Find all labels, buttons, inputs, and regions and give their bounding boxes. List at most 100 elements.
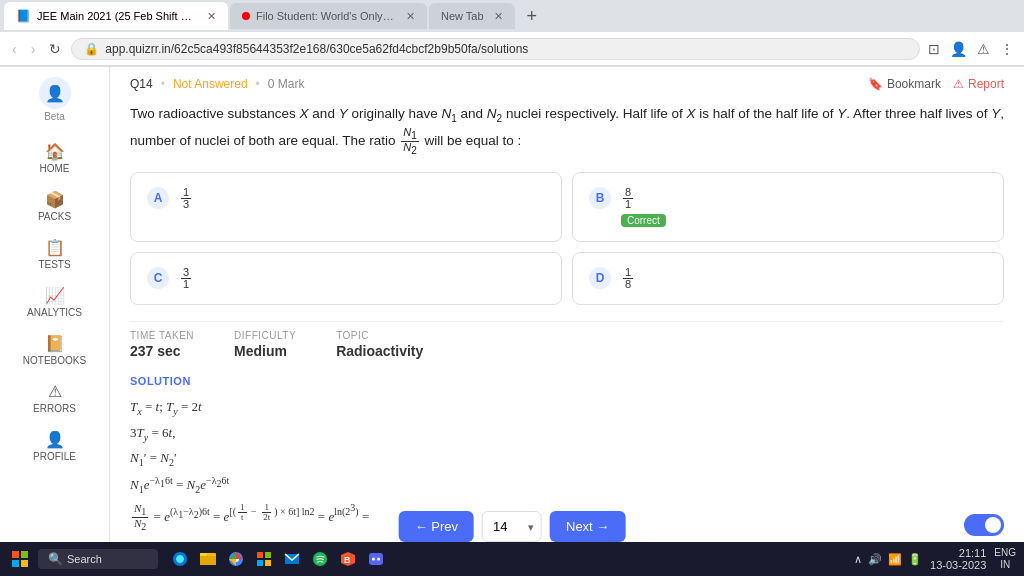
solution-section: SOLUTION Tx = t; Ty = 2t 3Ty = 6t, N1′ =… [130,375,1004,532]
sidebar-item-tests-label: TESTS [38,259,70,270]
sidebar-logo: 👤 Beta [39,77,71,122]
bookmark-icon: 🔖 [868,77,883,91]
sidebar-item-packs[interactable]: 📦 PACKS [10,184,100,228]
option-c-content: 31 [179,267,193,290]
question-number: Q14 [130,77,153,91]
svg-rect-0 [12,551,19,558]
back-button[interactable]: ‹ [8,39,21,59]
logo-label: Beta [44,111,65,122]
taskbar-search[interactable]: 🔍 Search [38,549,158,569]
tab-active[interactable]: 📘 JEE Main 2021 (25 Feb Shift 1) - C ✕ [4,2,228,30]
taskbar-apps: B [168,547,388,571]
notebooks-icon: 📔 [45,334,65,353]
difficulty-label: DIFFICULTY [234,330,296,341]
svg-rect-9 [257,552,263,558]
sidebar-item-errors[interactable]: ⚠ ERRORS [10,376,100,420]
option-a[interactable]: A 13 [130,172,562,242]
option-b-content: 81 Correct [621,187,666,227]
question-header: Q14 • Not Answered • 0 Mark 🔖 Bookmark ⚠… [130,77,1004,91]
errors-icon: ⚠ [48,382,62,401]
tab2-close-button[interactable]: ✕ [406,10,415,23]
stat-time: TIME TAKEN 237 sec [130,330,194,359]
tab2-title: Filo Student: World's Only Live In… [256,10,396,22]
taskbar-up-arrow[interactable]: ∧ [854,553,862,566]
tab-bar: 📘 JEE Main 2021 (25 Feb Shift 1) - C ✕ F… [0,0,1024,32]
taskbar-volume[interactable]: 🔊 [868,553,882,566]
forward-button[interactable]: › [27,39,40,59]
tab-close-button[interactable]: ✕ [207,10,216,23]
reload-button[interactable]: ↻ [45,39,65,59]
page-select[interactable]: 14 [482,511,542,542]
tab2-favicon [242,9,250,23]
sidebar-item-home[interactable]: 🏠 HOME [10,136,100,180]
taskbar-search-text: Search [67,553,102,565]
svg-rect-10 [265,552,271,558]
sidebar-item-analytics[interactable]: 📈 ANALYTICS [10,280,100,324]
profile-icon: 👤 [45,430,65,449]
sidebar-item-errors-label: ERRORS [33,403,76,414]
solution-label: SOLUTION [130,375,1004,387]
svg-rect-11 [257,560,263,566]
correct-badge: Correct [621,214,666,227]
alert-icon-button[interactable]: ⚠ [975,39,992,59]
packs-icon: 📦 [45,190,65,209]
option-a-label: A [147,187,169,209]
tab3-close-button[interactable]: ✕ [494,10,503,23]
taskbar-app-edge[interactable] [168,547,192,571]
option-b[interactable]: B 81 Correct [572,172,1004,242]
new-tab-button[interactable]: + [521,6,544,27]
bookmark-label: Bookmark [887,77,941,91]
svg-point-19 [377,558,380,561]
option-c-label: C [147,267,169,289]
sidebar-item-tests[interactable]: 📋 TESTS [10,232,100,276]
next-button[interactable]: Next → [550,511,625,542]
taskbar-battery[interactable]: 🔋 [908,553,922,566]
separator-2: • [256,77,260,91]
svg-rect-5 [200,556,216,565]
option-d-content: 18 [621,267,635,290]
option-a-content: 13 [179,187,193,210]
prev-button[interactable]: ← Prev [399,511,474,542]
tab-title: JEE Main 2021 (25 Feb Shift 1) - C [37,10,197,22]
option-c[interactable]: C 31 [130,252,562,305]
extensions-button[interactable]: ⋮ [998,39,1016,59]
sidebar-item-notebooks-label: NOTEBOOKS [23,355,86,366]
taskbar-wifi[interactable]: 📶 [888,553,902,566]
topic-value: Radioactivity [336,343,423,359]
main-layout: 👤 Beta 🏠 HOME 📦 PACKS 📋 TESTS 📈 ANALYTIC… [0,67,1024,576]
taskbar-app-brave[interactable]: B [336,547,360,571]
report-icon: ⚠ [953,77,964,91]
svg-rect-17 [369,553,383,565]
header-actions: 🔖 Bookmark ⚠ Report [868,77,1004,91]
tab3-title: New Tab [441,10,484,22]
tab-inactive-1[interactable]: Filo Student: World's Only Live In… ✕ [230,3,427,29]
tab-inactive-2[interactable]: New Tab ✕ [429,3,515,29]
browser-bar: 📘 JEE Main 2021 (25 Feb Shift 1) - C ✕ F… [0,0,1024,67]
svg-rect-3 [21,560,28,567]
url-bar[interactable]: 🔒 app.quizrr.in/62c5ca493f85644353f2e168… [71,38,920,60]
svg-rect-6 [200,553,207,556]
bookmark-button[interactable]: 🔖 Bookmark [868,77,941,91]
taskbar-app-store[interactable] [252,547,276,571]
cast-button[interactable]: ⊡ [926,39,942,59]
toggle-button[interactable] [964,514,1004,536]
taskbar: 🔍 Search B ∧ 🔊 📶 [0,542,1024,576]
taskbar-app-explorer[interactable] [196,547,220,571]
sidebar-item-notebooks[interactable]: 📔 NOTEBOOKS [10,328,100,372]
taskbar-app-discord[interactable] [364,547,388,571]
svg-rect-12 [265,560,271,566]
svg-text:B: B [344,555,351,565]
options-grid: A 13 B 81 Correct C 31 [130,172,1004,305]
taskbar-app-chrome[interactable] [224,547,248,571]
taskbar-app-mail[interactable] [280,547,304,571]
sidebar-item-profile[interactable]: 👤 PROFILE [10,424,100,468]
svg-point-18 [372,558,375,561]
option-d[interactable]: D 18 [572,252,1004,305]
report-button[interactable]: ⚠ Report [953,77,1004,91]
taskbar-app-spotify[interactable] [308,547,332,571]
profile-icon-button[interactable]: 👤 [948,39,969,59]
question-meta: Q14 • Not Answered • 0 Mark [130,77,305,91]
logo-icon[interactable]: 👤 [39,77,71,109]
taskbar-clock-group[interactable]: 21:11 13-03-2023 [930,547,986,571]
windows-start-button[interactable] [8,547,32,571]
